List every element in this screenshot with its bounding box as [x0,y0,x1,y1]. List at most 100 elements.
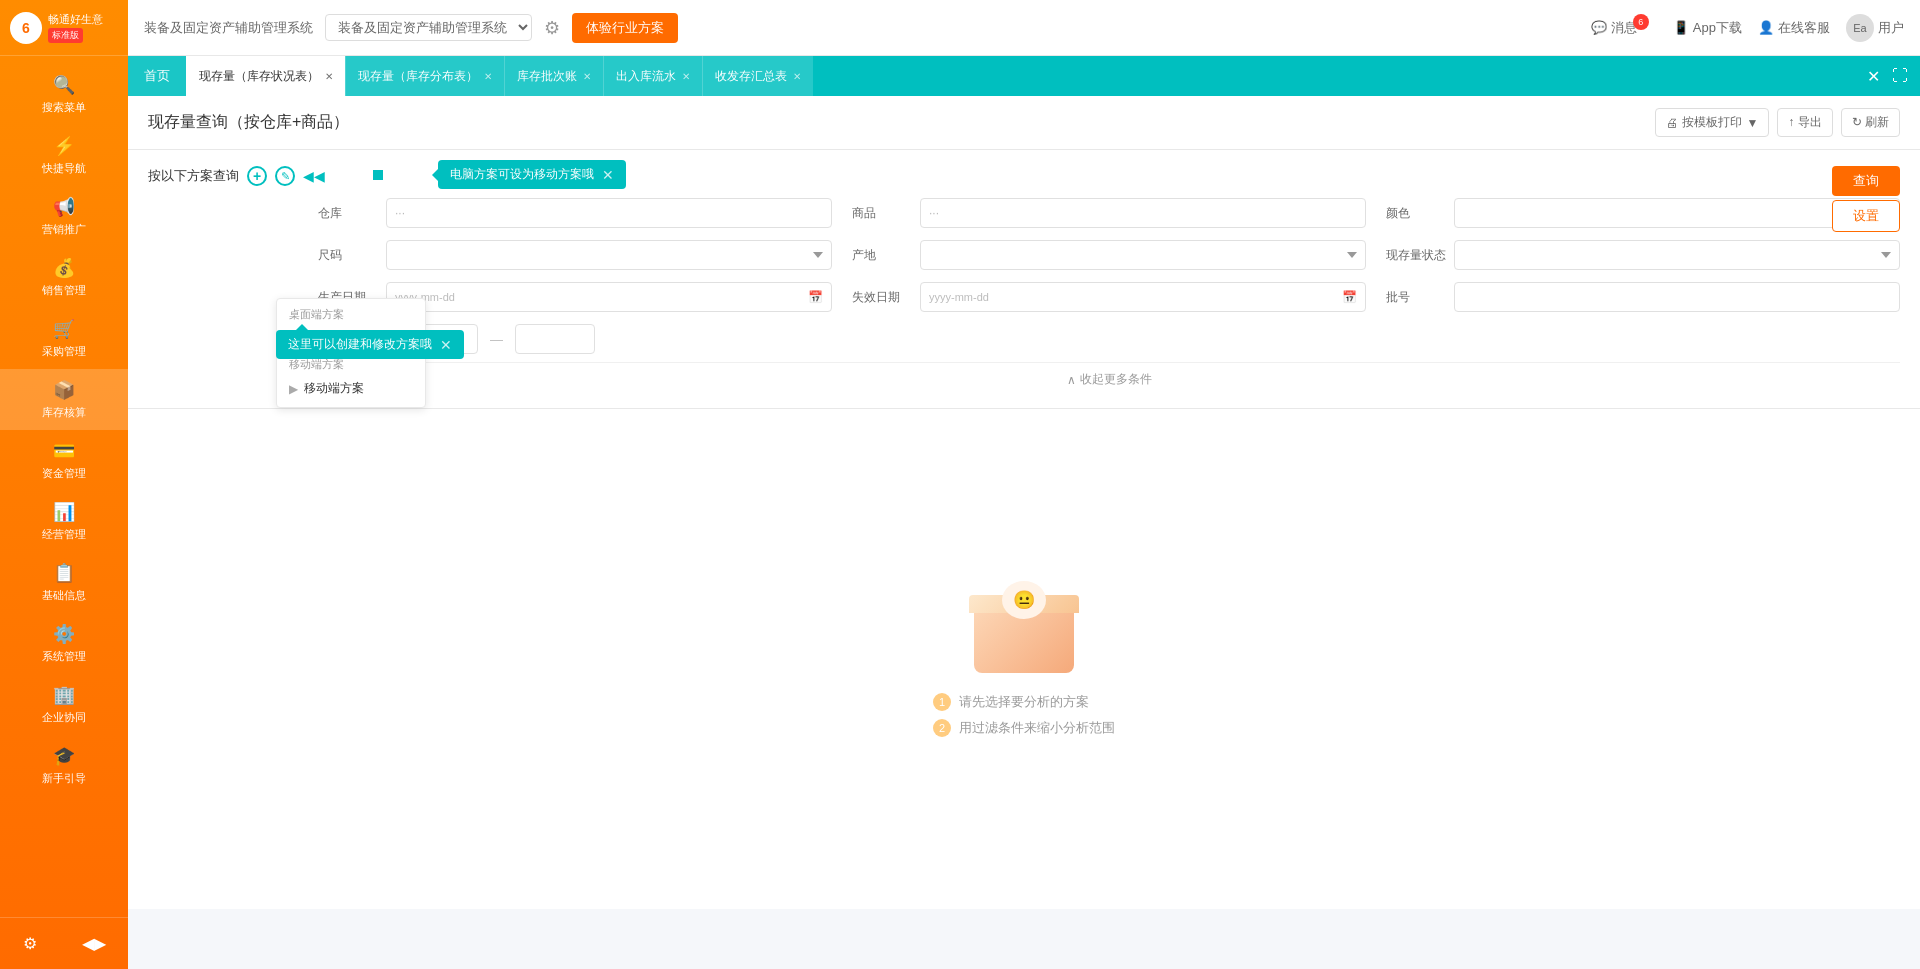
prod-date-input[interactable]: yyyy-mm-dd 📅 [386,282,832,312]
header-system: 装备及固定资产辅助管理系统 [144,19,313,37]
tab-close-batch-account[interactable]: ✕ [583,71,591,82]
tab-batch-account[interactable]: 库存批次账 ✕ [504,56,603,96]
inventory-icon: 📦 [53,379,75,401]
print-btn[interactable]: 🖨 按模板打印 ▼ [1655,108,1769,137]
tab-close-inout-flow[interactable]: ✕ [682,71,690,82]
tab-collect-summary[interactable]: 收发存汇总表 ✕ [702,56,813,96]
size-select[interactable] [386,240,832,270]
header-left: 装备及固定资产辅助管理系统 装备及固定资产辅助管理系统 ⚙ 体验行业方案 [144,13,678,43]
sidebar-item-quicknav[interactable]: ⚡ 快捷导航 [0,125,128,186]
page-title: 现存量查询（按仓库+商品） [148,112,349,133]
expire-date-placeholder: yyyy-mm-dd [929,291,989,303]
user-menu[interactable]: Ea 用户 [1846,14,1904,42]
empty-step-2: 2 用过滤条件来缩小分析范围 [933,719,1115,737]
tab-close-collect-summary[interactable]: ✕ [793,71,801,82]
export-label: 导出 [1798,115,1822,129]
sidebar-item-inventory[interactable]: 📦 库存核算 [0,369,128,430]
sidebar-item-system[interactable]: ⚙️ 系统管理 [0,613,128,674]
sidebar-item-sales[interactable]: 💰 销售管理 [0,247,128,308]
filter-row-batch: 批号 [1386,282,1900,312]
tab-inventory-dist[interactable]: 现存量（库存分布表） ✕ [345,56,504,96]
expire-date-input[interactable]: yyyy-mm-dd 📅 [920,282,1366,312]
tab-fullscreen-btn[interactable]: ⛶ [1888,65,1912,87]
filter-header: 按以下方案查询 + ✎ ◀◀ [148,166,1900,186]
tab-inventory-status[interactable]: 现存量（库存状况表） ✕ [186,56,345,96]
filter-row-origin: 产地 [852,240,1366,270]
color-label: 颜色 [1386,205,1446,222]
sidebar-item-marketing[interactable]: 📢 营销推广 [0,186,128,247]
goods-input[interactable]: ··· [920,198,1366,228]
app-badge: 标准版 [48,28,83,43]
tab-inout-flow[interactable]: 出入库流水 ✕ [603,56,702,96]
sidebar-item-label: 经营管理 [42,527,86,542]
online-service-btn[interactable]: 👤 在线客服 [1758,19,1830,37]
tab-collect-summary-label: 收发存汇总表 [715,68,787,85]
collapse-sidebar-btn[interactable]: ◀▶ [76,928,112,959]
warehouse-label: 仓库 [318,205,378,222]
collapse-btn[interactable]: ∧ 收起更多条件 [1067,371,1152,388]
sidebar-item-enterprise[interactable]: 🏢 企业协同 [0,674,128,735]
sidebar-item-label: 新手引导 [42,771,86,786]
origin-select[interactable] [920,240,1366,270]
header-settings-icon[interactable]: ⚙ [544,17,560,39]
empty-step-1: 1 请先选择要分析的方案 [933,693,1115,711]
user-label: 用户 [1878,19,1904,37]
sidebar-item-operations[interactable]: 📊 经营管理 [0,491,128,552]
scheme-section-desktop: 桌面端方案 [277,303,425,324]
calendar-icon-2[interactable]: 📅 [1342,290,1357,304]
calendar-icon[interactable]: 📅 [808,290,823,304]
scheme-item-mobile[interactable]: ▶ 移动端方案 [277,374,425,403]
tab-close-inventory-dist[interactable]: ✕ [484,71,492,82]
message-btn[interactable]: 💬 消息 6 [1591,19,1657,37]
stock-main-to[interactable] [515,324,595,354]
filter-row-size: 尺码 [318,240,832,270]
sidebar-item-newbie[interactable]: 🎓 新手引导 [0,735,128,796]
collapse-bar: ∧ 收起更多条件 [318,362,1900,392]
sidebar-item-purchase[interactable]: 🛒 采购管理 [0,308,128,369]
export-btn[interactable]: ↑ 导出 [1777,108,1832,137]
scheme-tooltip: 电脑方案可设为移动方案哦 ✕ [438,160,626,189]
tab-close-inventory-status[interactable]: ✕ [325,71,333,82]
filter-row-goods: 商品 ··· [852,198,1366,228]
empty-state: 😐 1 请先选择要分析的方案 2 用过滤条件来缩小分析范围 [933,493,1115,825]
system-icon: ⚙️ [53,623,75,645]
refresh-btn[interactable]: ↻ 刷新 [1841,108,1900,137]
online-service-label: 在线客服 [1778,19,1830,37]
tab-home-label: 首页 [144,67,170,85]
sidebar-item-finance[interactable]: 💳 资金管理 [0,430,128,491]
filter-add-btn[interactable]: + [247,166,267,186]
app-download-btn[interactable]: 📱 App下载 [1673,19,1742,37]
sidebar-item-label: 系统管理 [42,649,86,664]
scheme-create-tooltip-close[interactable]: ✕ [440,337,452,353]
sidebar-item-label: 销售管理 [42,283,86,298]
tab-close-all-btn[interactable]: ✕ [1863,65,1884,88]
system-name: 装备及固定资产辅助管理系统 [144,19,313,37]
system-select[interactable]: 装备及固定资产辅助管理系统 [325,14,532,41]
filter-area: 按以下方案查询 + ✎ ◀◀ 电脑方案可设为移动方案哦 ✕ 桌面端方案 ▶ 电脑… [128,150,1920,409]
scheme-create-text: 这里可以创建和修改方案哦 [288,336,432,353]
filter-arrows[interactable]: ◀◀ [303,168,325,184]
scheme-item-label-m: 移动端方案 [304,380,364,397]
reset-btn[interactable]: 设置 [1832,200,1900,232]
trial-btn[interactable]: 体验行业方案 [572,13,678,43]
warehouse-input[interactable]: ··· [386,198,832,228]
sidebar-item-basic[interactable]: 📋 基础信息 [0,552,128,613]
purchase-icon: 🛒 [53,318,75,340]
query-btn[interactable]: 查询 [1832,166,1900,196]
tab-home[interactable]: 首页 [128,56,186,96]
filter-row-expire-date: 失效日期 yyyy-mm-dd 📅 [852,282,1366,312]
header: 装备及固定资产辅助管理系统 装备及固定资产辅助管理系统 ⚙ 体验行业方案 💬 消… [128,0,1920,56]
tabs-bar: 首页 现存量（库存状况表） ✕ 现存量（库存分布表） ✕ 库存批次账 ✕ 出入库… [128,56,1920,96]
filter-grid: 仓库 ··· 商品 ··· 颜色 [318,198,1900,354]
batch-input[interactable] [1454,282,1900,312]
stock-status-select[interactable] [1454,240,1900,270]
enterprise-icon: 🏢 [53,684,75,706]
collapse-label: 收起更多条件 [1080,371,1152,388]
filter-edit-btn[interactable]: ✎ [275,166,295,186]
marketing-icon: 📢 [53,196,75,218]
sidebar-item-label: 营销推广 [42,222,86,237]
sidebar-item-search[interactable]: 🔍 搜索菜单 [0,64,128,125]
scheme-tooltip-close-btn[interactable]: ✕ [602,167,614,183]
sidebar-item-label: 基础信息 [42,588,86,603]
settings-btn[interactable]: ⚙ [17,928,43,959]
